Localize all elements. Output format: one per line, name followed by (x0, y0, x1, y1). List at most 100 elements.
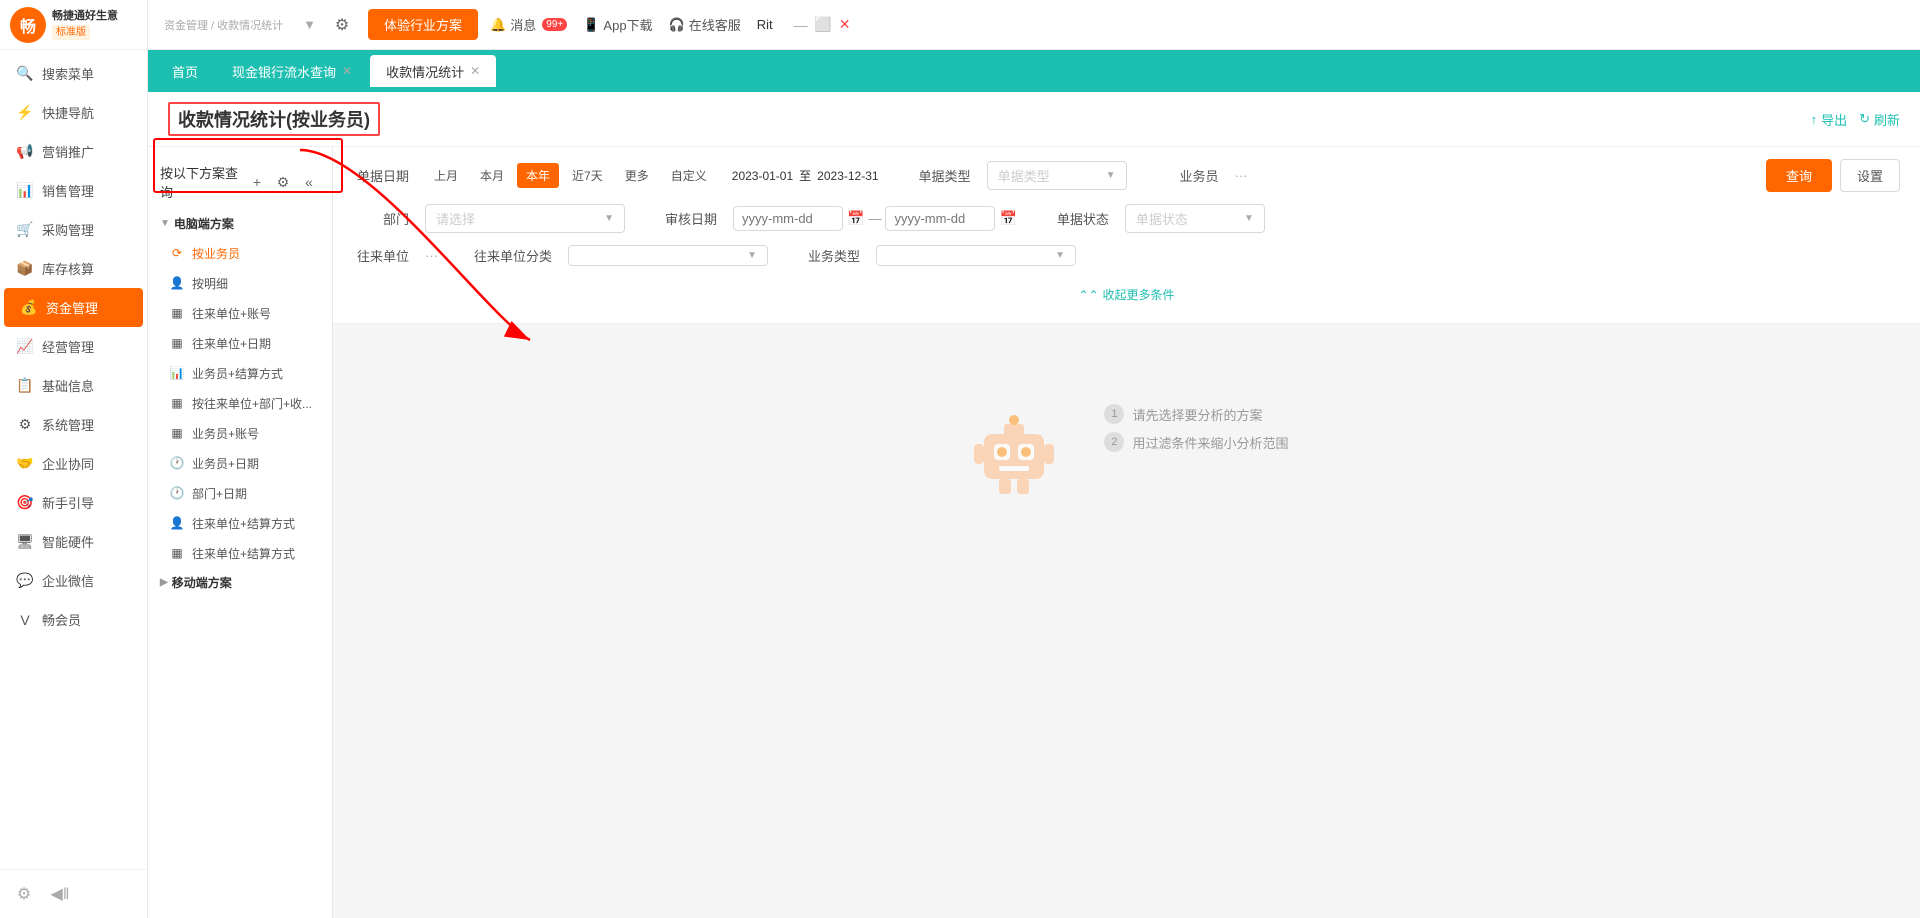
tree-item-by-staff[interactable]: ⟳ 按业务员 (148, 238, 332, 268)
notifications-badge: 99+ (542, 18, 567, 31)
breadcrumb-dropdown-icon[interactable]: ▼ (303, 17, 316, 32)
tabbar: 首页 现金银行流水查询 ✕ 收款情况统计 ✕ (148, 50, 1920, 92)
tree-item-dept-date[interactable]: 🕐 部门+日期 (148, 478, 332, 508)
calendar-icon-from[interactable]: 📅 (847, 210, 864, 227)
tree-item-partner-dept[interactable]: ▦ 按往来单位+部门+收... (148, 388, 332, 418)
tab-collection[interactable]: 收款情况统计 ✕ (370, 55, 496, 87)
business-type-select[interactable]: ▼ (876, 245, 1076, 266)
doc-type-select[interactable]: 单据类型 ▼ (987, 161, 1127, 190)
tree-item-partner-settlement2[interactable]: ▦ 往来单位+结算方式 (148, 538, 332, 568)
sales-icon: 📊 (16, 182, 34, 200)
date-tab-custom[interactable]: 自定义 (662, 163, 716, 188)
tab-bank[interactable]: 现金银行流水查询 ✕ (216, 55, 368, 87)
app-download-label: App下载 (603, 15, 652, 34)
collapse-bar[interactable]: ⌃⌃ 收起更多条件 (353, 278, 1900, 311)
date-label: 单据日期 (353, 166, 409, 185)
filter-row-2: 部门 请选择 ▼ 审核日期 📅 — 📅 单据状态 (353, 204, 1900, 233)
panel-settings-button[interactable]: ⚙ (272, 171, 294, 193)
date-tab-last7[interactable]: 近7天 (563, 163, 612, 188)
sidebar-item-hardware[interactable]: 🖥 智能硬件 (0, 522, 147, 561)
tree-item-staff-date[interactable]: 🕐 业务员+日期 (148, 448, 332, 478)
staff-account-icon: ▦ (168, 424, 186, 442)
tree-item-partner-account-label: 往来单位+账号 (192, 305, 271, 322)
sidebar-collapse-button[interactable]: ◀‖ (46, 880, 74, 908)
export-icon: ↑ (1811, 112, 1818, 127)
online-service-button[interactable]: 🎧 在线客服 (669, 15, 741, 34)
date-tab-this-year[interactable]: 本年 (517, 163, 559, 188)
partner-settlement1-icon: 👤 (168, 514, 186, 532)
sidebar-item-basicinfo[interactable]: 📋 基础信息 (0, 366, 147, 405)
step-2-text: 用过滤条件来缩小分析范围 (1132, 433, 1288, 452)
refresh-button[interactable]: ↻ 刷新 (1859, 110, 1900, 129)
sidebar-settings-button[interactable]: ⚙ (10, 880, 38, 908)
sidebar-item-quicknav[interactable]: ⚡ 快捷导航 (0, 93, 147, 132)
window-close-button[interactable]: ✕ (837, 17, 853, 33)
sidebar-item-sales-label: 销售管理 (42, 181, 94, 200)
tab-bank-close[interactable]: ✕ (342, 64, 352, 78)
sidebar-item-cooperation[interactable]: 🤝 企业协同 (0, 444, 147, 483)
review-date-from[interactable] (733, 206, 843, 231)
sidebar-item-quicknav-label: 快捷导航 (42, 103, 94, 122)
sidebar-item-inventory[interactable]: 📦 库存核算 (0, 249, 147, 288)
user-name[interactable]: Rit (757, 17, 773, 32)
notifications-label: 消息 (510, 15, 536, 34)
sidebar-item-guide[interactable]: 🎯 新手引导 (0, 483, 147, 522)
sidebar-item-purchase[interactable]: 🛒 采购管理 (0, 210, 147, 249)
sidebar-item-vip[interactable]: V 畅会员 (0, 600, 147, 639)
date-tab-more[interactable]: 更多 (616, 163, 658, 188)
date-tab-last-month[interactable]: 上月 (425, 163, 467, 188)
sidebar-item-marketing[interactable]: 📢 营销推广 (0, 132, 147, 171)
tab-collection-close[interactable]: ✕ (470, 64, 480, 78)
partner-category-select[interactable]: ▼ (568, 245, 768, 266)
topbar-gear-button[interactable]: ⚙ (328, 11, 356, 39)
window-maximize-button[interactable]: ⬜ (815, 17, 831, 33)
sidebar-item-search[interactable]: 🔍 搜索菜单 (0, 54, 147, 93)
window-controls: — ⬜ ✕ (793, 17, 853, 33)
app-download-button[interactable]: 📱 App下载 (583, 15, 652, 34)
step-2-num: 2 (1104, 432, 1124, 452)
sidebar-item-basicinfo-label: 基础信息 (42, 376, 94, 395)
doc-status-select[interactable]: 单据状态 ▼ (1125, 204, 1265, 233)
tree-section-desktop[interactable]: ▼ 电脑端方案 (148, 209, 332, 238)
review-date-to[interactable] (885, 206, 995, 231)
partner-more-button[interactable]: ··· (425, 248, 438, 263)
logo-badge: 标准版 (52, 25, 90, 40)
sidebar-item-system[interactable]: ⚙ 系统管理 (0, 405, 147, 444)
calendar-icon-to[interactable]: 📅 (999, 210, 1016, 227)
partner-dept-icon: ▦ (168, 394, 186, 412)
empty-step-1: 1 请先选择要分析的方案 (1104, 404, 1288, 424)
tree-item-by-detail[interactable]: 👤 按明细 (148, 268, 332, 298)
operations-icon: 📈 (16, 338, 34, 356)
sidebar-nav: 🔍 搜索菜单 ⚡ 快捷导航 📢 营销推广 📊 销售管理 🛒 采购管理 📦 库存核… (0, 50, 147, 869)
left-panel: 按以下方案查询 + ⚙ « ▼ 电脑端方案 ⟳ 按业务员 👤 按明细 (148, 147, 333, 918)
tree-section-mobile[interactable]: ▶ 移动端方案 (148, 568, 332, 597)
content-area: 按以下方案查询 + ⚙ « ▼ 电脑端方案 ⟳ 按业务员 👤 按明细 (148, 147, 1920, 918)
sidebar-item-sales[interactable]: 📊 销售管理 (0, 171, 147, 210)
staff-more-button[interactable]: ··· (1235, 168, 1248, 183)
sidebar-bottom: ⚙ ◀‖ (0, 869, 147, 918)
query-button[interactable]: 查询 (1766, 159, 1832, 192)
tree-item-partner-settlement2-label: 往来单位+结算方式 (192, 545, 295, 562)
panel-add-button[interactable]: + (246, 171, 268, 193)
panel-collapse-button[interactable]: « (298, 171, 320, 193)
sidebar-item-finance[interactable]: 💰 资金管理 (4, 288, 143, 327)
sidebar-item-inventory-label: 库存核算 (42, 259, 94, 278)
sidebar-item-wechat[interactable]: 💬 企业微信 (0, 561, 147, 600)
sidebar-item-operations[interactable]: 📈 经营管理 (0, 327, 147, 366)
tree-item-staff-account[interactable]: ▦ 业务员+账号 (148, 418, 332, 448)
date-tab-this-month[interactable]: 本月 (471, 163, 513, 188)
business-type-label: 业务类型 (804, 246, 860, 265)
window-minimize-button[interactable]: — (793, 17, 809, 33)
filter-settings-button[interactable]: 设置 (1840, 159, 1900, 192)
dept-select[interactable]: 请选择 ▼ (425, 204, 625, 233)
sidebar-item-hardware-label: 智能硬件 (42, 532, 94, 551)
tree-item-partner-account[interactable]: ▦ 往来单位+账号 (148, 298, 332, 328)
trial-button[interactable]: 体验行业方案 (368, 9, 478, 40)
tree-item-partner-date[interactable]: ▦ 往来单位+日期 (148, 328, 332, 358)
export-button[interactable]: ↑ 导出 (1811, 110, 1848, 129)
tree-item-partner-settlement1[interactable]: 👤 往来单位+结算方式 (148, 508, 332, 538)
tree-item-staff-settlement[interactable]: 📊 业务员+结算方式 (148, 358, 332, 388)
notifications-button[interactable]: 🔔 消息 99+ (490, 15, 567, 34)
panel-header: 按以下方案查询 + ⚙ « (148, 155, 332, 209)
tab-home[interactable]: 首页 (156, 55, 214, 87)
